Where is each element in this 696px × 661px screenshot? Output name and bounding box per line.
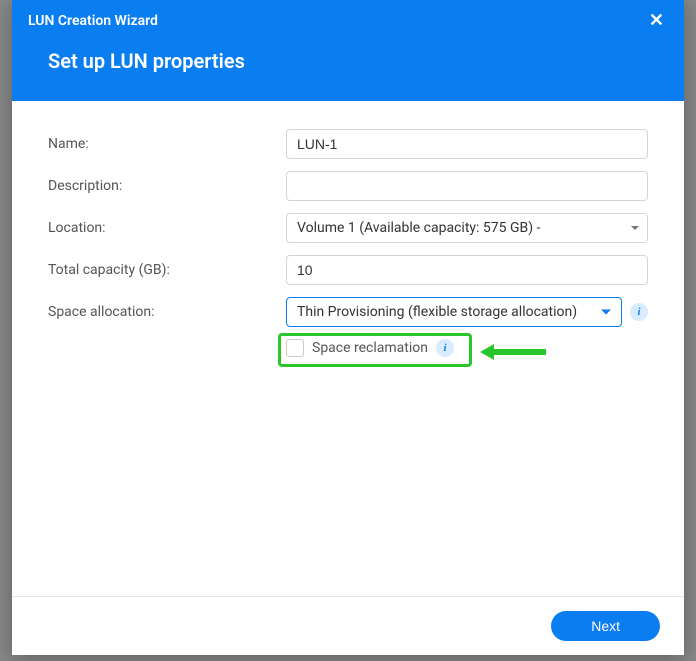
info-icon[interactable]: i — [630, 303, 648, 321]
location-value: Volume 1 (Available capacity: 575 GB) - — [297, 220, 540, 236]
description-label: Description: — [48, 178, 286, 194]
form-content: Name: Description: Location: Volume 1 (A… — [12, 101, 684, 596]
allocation-select[interactable]: Thin Provisioning (flexible storage allo… — [286, 297, 622, 327]
location-label: Location: — [48, 220, 286, 236]
name-label: Name: — [48, 136, 286, 152]
row-name: Name: — [48, 129, 648, 159]
row-location: Location: Volume 1 (Available capacity: … — [48, 213, 648, 243]
info-icon[interactable]: i — [436, 339, 454, 357]
row-description: Description: — [48, 171, 648, 201]
annotation-arrow-icon — [480, 347, 550, 357]
next-button[interactable]: Next — [551, 611, 660, 641]
allocation-label: Space allocation: — [48, 304, 286, 320]
name-input[interactable] — [286, 129, 648, 159]
location-select[interactable]: Volume 1 (Available capacity: 575 GB) - — [286, 213, 648, 243]
description-input[interactable] — [286, 171, 648, 201]
allocation-value: Thin Provisioning (flexible storage allo… — [297, 304, 577, 320]
page-title: Set up LUN properties — [48, 49, 245, 73]
row-space-reclamation: Space reclamation i — [286, 339, 648, 357]
page-header: Set up LUN properties — [12, 39, 684, 101]
titlebar-title: LUN Creation Wizard — [28, 13, 158, 29]
lun-creation-wizard: LUN Creation Wizard ✕ Set up LUN propert… — [12, 0, 684, 655]
capacity-input[interactable] — [286, 255, 648, 285]
row-allocation: Space allocation: Thin Provisioning (fle… — [48, 297, 648, 327]
space-reclamation-label: Space reclamation — [312, 340, 428, 356]
capacity-label: Total capacity (GB): — [48, 262, 286, 278]
chevron-down-icon — [601, 310, 611, 315]
close-icon[interactable]: ✕ — [645, 10, 668, 31]
row-capacity: Total capacity (GB): — [48, 255, 648, 285]
footer: Next — [12, 596, 684, 655]
chevron-down-icon — [631, 226, 639, 230]
space-reclamation-checkbox[interactable] — [286, 339, 304, 357]
titlebar: LUN Creation Wizard ✕ — [12, 0, 684, 39]
